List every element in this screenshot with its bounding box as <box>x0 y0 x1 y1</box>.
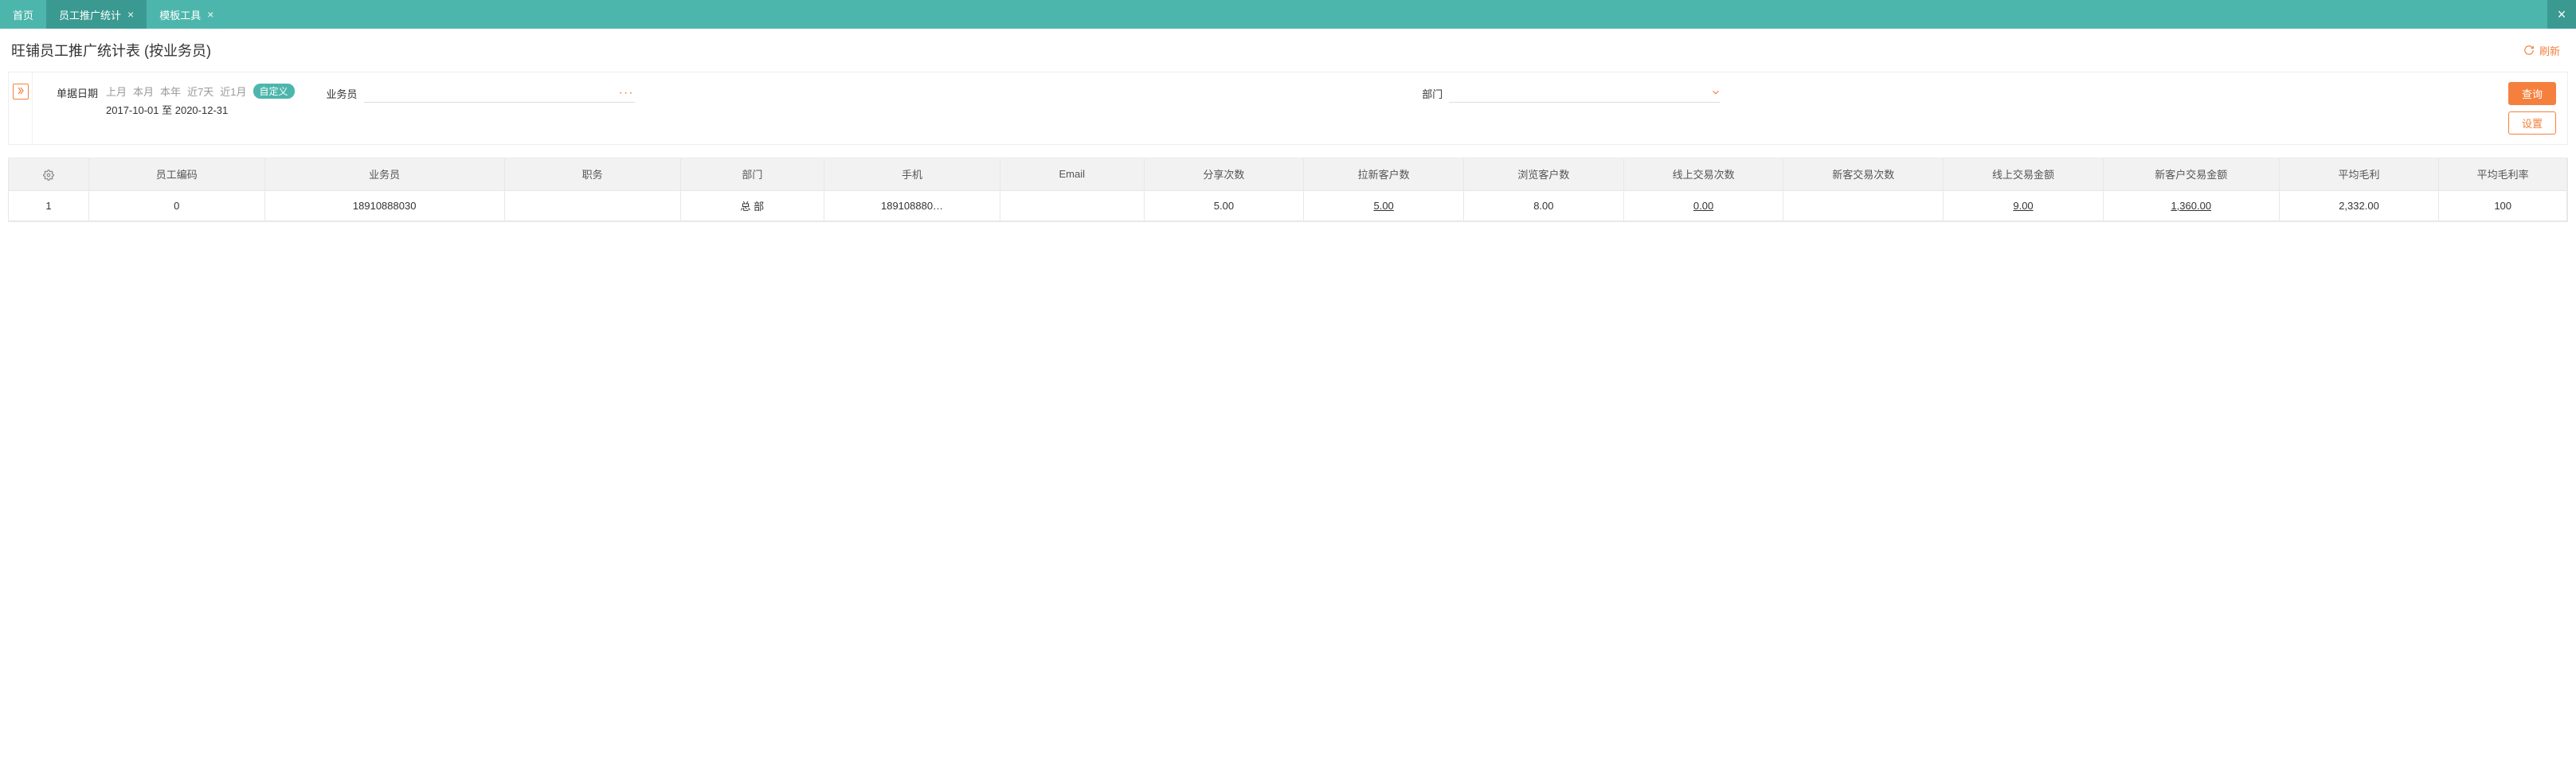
col-browse[interactable]: 浏览客户数 <box>1464 158 1624 190</box>
col-share[interactable]: 分享次数 <box>1144 158 1304 190</box>
cell-index: 1 <box>9 190 88 221</box>
gear-icon <box>43 170 54 181</box>
filter-collapse-area <box>9 72 33 144</box>
cell-sales: 18910888030 <box>264 190 504 221</box>
table-header-row: 员工编码 业务员 职务 部门 手机 Email 分享次数 拉新客户数 浏览客户数… <box>9 158 2567 190</box>
cell-avg-gp-rate: 100 <box>2439 190 2567 221</box>
col-onlinecnt[interactable]: 线上交易次数 <box>1623 158 1783 190</box>
refresh-icon <box>2523 45 2535 56</box>
filter-sales-group: 业务员 ··· <box>327 84 1391 103</box>
cell-browse: 8.00 <box>1464 190 1624 221</box>
tab-home[interactable]: 首页 <box>0 0 46 29</box>
page-title: 旺铺员工推广统计表 (按业务员) <box>11 40 211 61</box>
dept-input[interactable] <box>1449 84 1720 103</box>
tab-label: 员工推广统计 <box>59 7 121 22</box>
cell-online-tx-amt[interactable]: 9.00 <box>1944 190 2104 221</box>
col-phone[interactable]: 手机 <box>824 158 1000 190</box>
query-button[interactable]: 查询 <box>2508 82 2556 105</box>
cell-job <box>504 190 680 221</box>
date-quick-last-7d[interactable]: 近7天 <box>187 84 213 99</box>
date-quick-this-year[interactable]: 本年 <box>160 84 181 99</box>
col-emp-code[interactable]: 员工编码 <box>88 158 264 190</box>
close-icon[interactable]: × <box>127 9 134 20</box>
tab-bar: 首页 员工推广统计 × 模板工具 × × <box>0 0 2576 29</box>
more-icon[interactable]: ··· <box>619 86 634 100</box>
page-header: 旺铺员工推广统计表 (按业务员) 刷新 <box>0 29 2576 72</box>
cell-email <box>1000 190 1144 221</box>
tab-template-tools[interactable]: 模板工具 × <box>147 0 226 29</box>
table-container: 员工编码 业务员 职务 部门 手机 Email 分享次数 拉新客户数 浏览客户数… <box>8 158 2568 222</box>
col-job[interactable]: 职务 <box>504 158 680 190</box>
col-newcust[interactable]: 拉新客户数 <box>1304 158 1464 190</box>
filter-date-group: 单据日期 上月 本月 本年 近7天 近1月 自定义 2017-10-01 至 2… <box>57 84 295 117</box>
close-icon[interactable]: × <box>207 9 213 20</box>
column-settings-header[interactable] <box>9 158 88 190</box>
tab-home-label: 首页 <box>13 7 33 22</box>
col-dept[interactable]: 部门 <box>680 158 824 190</box>
refresh-label: 刷新 <box>2539 43 2560 58</box>
cell-share: 5.00 <box>1144 190 1304 221</box>
table-row[interactable]: 1 0 18910888030 总 部 189108880… 5.00 5.00… <box>9 190 2567 221</box>
col-avggpr[interactable]: 平均毛利率 <box>2439 158 2567 190</box>
cell-emp-code: 0 <box>88 190 264 221</box>
filter-date-values: 上月 本月 本年 近7天 近1月 自定义 2017-10-01 至 2020-1… <box>106 84 295 117</box>
tab-promotion-stats[interactable]: 员工推广统计 × <box>46 0 147 29</box>
collapse-button[interactable] <box>13 84 29 100</box>
filter-actions: 查询 设置 <box>2497 72 2567 144</box>
settings-button[interactable]: 设置 <box>2508 111 2556 135</box>
tab-bar-close-button[interactable]: × <box>2547 0 2576 29</box>
cell-new-tx-cnt <box>1783 190 1944 221</box>
filter-body: 单据日期 上月 本月 本年 近7天 近1月 自定义 2017-10-01 至 2… <box>33 72 2497 144</box>
col-sales[interactable]: 业务员 <box>264 158 504 190</box>
tab-label: 模板工具 <box>159 7 201 22</box>
col-newtxamt[interactable]: 新客户交易金额 <box>2103 158 2279 190</box>
col-onlineamt[interactable]: 线上交易金额 <box>1944 158 2104 190</box>
filter-panel: 单据日期 上月 本月 本年 近7天 近1月 自定义 2017-10-01 至 2… <box>8 72 2568 145</box>
refresh-button[interactable]: 刷新 <box>2523 43 2560 58</box>
cell-new-tx-amt[interactable]: 1,360.00 <box>2103 190 2279 221</box>
filter-date-label: 单据日期 <box>57 84 98 100</box>
close-icon: × <box>2558 6 2566 23</box>
col-avggp[interactable]: 平均毛利 <box>2279 158 2439 190</box>
date-quick-last-1m[interactable]: 近1月 <box>220 84 246 99</box>
date-quick-this-month[interactable]: 本月 <box>133 84 154 99</box>
date-quick-last-month[interactable]: 上月 <box>106 84 127 99</box>
filter-sales-label: 业务员 <box>327 86 358 101</box>
cell-dept: 总 部 <box>680 190 824 221</box>
cell-phone: 189108880… <box>824 190 1000 221</box>
col-newtxcnt[interactable]: 新客交易次数 <box>1783 158 1944 190</box>
date-range-text[interactable]: 2017-10-01 至 2020-12-31 <box>106 102 295 117</box>
filter-dept-label: 部门 <box>1422 86 1443 101</box>
data-table: 员工编码 业务员 职务 部门 手机 Email 分享次数 拉新客户数 浏览客户数… <box>9 158 2567 221</box>
date-quick-row: 上月 本月 本年 近7天 近1月 自定义 <box>106 84 295 99</box>
sales-input[interactable] <box>364 84 635 103</box>
date-quick-custom[interactable]: 自定义 <box>253 84 295 99</box>
col-email[interactable]: Email <box>1000 158 1144 190</box>
chevron-down-icon[interactable] <box>1710 87 1721 100</box>
chevron-right-icon <box>17 87 25 97</box>
cell-avg-gp: 2,332.00 <box>2279 190 2439 221</box>
filter-dept-group: 部门 <box>1422 84 2486 103</box>
cell-online-tx-cnt[interactable]: 0.00 <box>1623 190 1783 221</box>
cell-new-cust[interactable]: 5.00 <box>1304 190 1464 221</box>
